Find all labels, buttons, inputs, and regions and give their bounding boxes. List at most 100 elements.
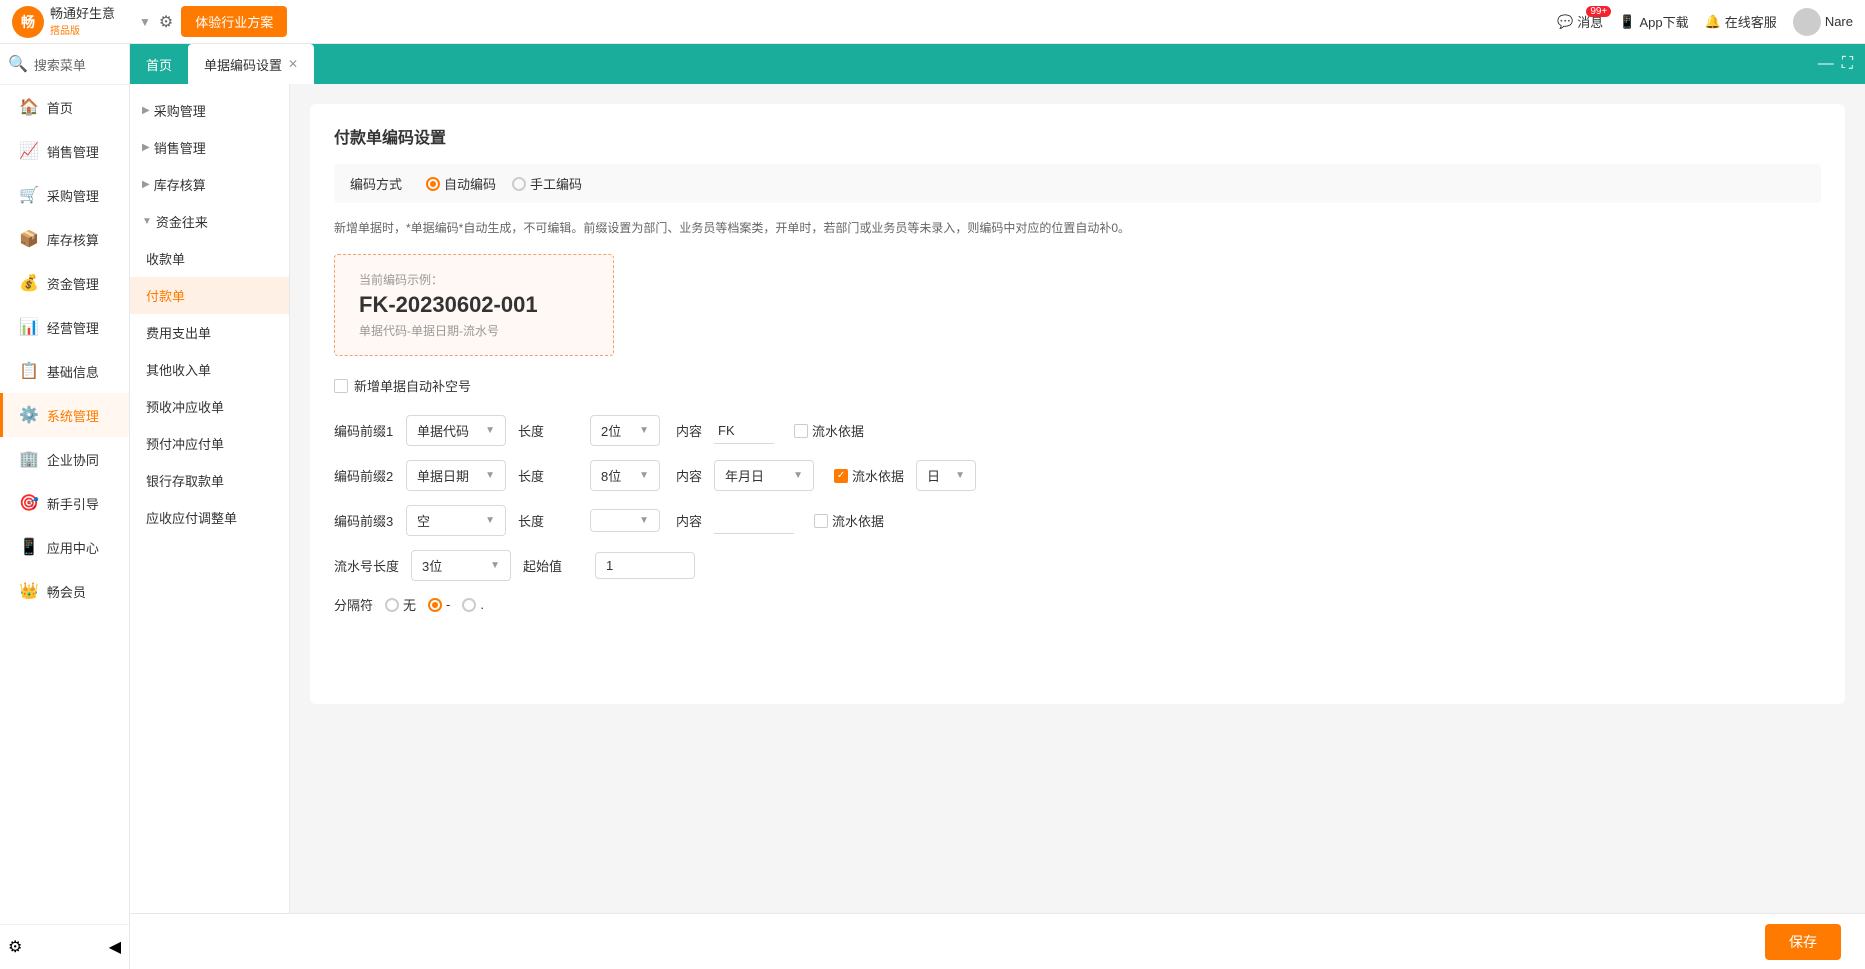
sep-dash-radio[interactable]: - bbox=[428, 597, 450, 612]
tab-home[interactable]: 首页 bbox=[130, 44, 188, 84]
sidebar-item-member[interactable]: 👑 畅会员 bbox=[0, 569, 129, 613]
panel-card: 付款单编码设置 编码方式 自动编码 手工编码 bbox=[310, 104, 1845, 704]
serial1-checkbox[interactable] bbox=[794, 424, 808, 438]
sub-menu-group-sales[interactable]: ▶ 销售管理 bbox=[130, 129, 289, 166]
inventory-icon: 📦 bbox=[19, 229, 39, 249]
content1-input[interactable] bbox=[714, 418, 774, 444]
sep-dash-radio-circle bbox=[428, 598, 442, 612]
sub-sidebar: ▶ 采购管理 ▶ 销售管理 ▶ 库存核算 ▼ 资金往来 收款单 bbox=[130, 84, 290, 913]
sidebar-item-guide[interactable]: 🎯 新手引导 bbox=[0, 481, 129, 525]
app-download-button[interactable]: 📱 App下载 bbox=[1619, 12, 1688, 31]
logo-subtitle: 搭品版 bbox=[50, 22, 115, 37]
sep-none-radio-circle bbox=[385, 598, 399, 612]
sub-menu-item-prepay-pay[interactable]: 预付冲应付单 bbox=[130, 425, 289, 462]
length2-select[interactable]: 8位 ▼ bbox=[590, 460, 660, 491]
content2-value: 年月日 bbox=[725, 466, 764, 485]
sub-menu-item-adjust[interactable]: 应收应付调整单 bbox=[130, 499, 289, 536]
user-info[interactable]: Nare bbox=[1793, 8, 1853, 36]
sub-menu-item-expense[interactable]: 费用支出单 bbox=[130, 314, 289, 351]
example-code: FK-20230602-001 bbox=[359, 292, 589, 318]
manual-coding-radio[interactable]: 手工编码 bbox=[512, 174, 582, 193]
serial-length-select[interactable]: 3位 ▼ bbox=[411, 550, 511, 581]
search-menu[interactable]: 🔍 搜索菜单 bbox=[0, 44, 129, 85]
settings-footer-icon[interactable]: ⚙ bbox=[8, 937, 22, 957]
sidebar-item-enterprise[interactable]: 🏢 企业协同 bbox=[0, 437, 129, 481]
sidebar-footer: ⚙ ◀ bbox=[0, 924, 129, 969]
start-value-label: 起始值 bbox=[523, 556, 583, 575]
prefix3-select[interactable]: 空 ▼ bbox=[406, 505, 506, 536]
sep-none-label: 无 bbox=[403, 595, 416, 614]
save-button[interactable]: 保存 bbox=[1765, 924, 1841, 960]
settings-icon[interactable]: ⚙ bbox=[159, 12, 173, 32]
online-service-label: 在线客服 bbox=[1725, 12, 1777, 31]
topbar-left: 畅 畅通好生意 搭品版 ▼ ⚙ 体验行业方案 bbox=[12, 6, 287, 38]
tab-home-label: 首页 bbox=[146, 55, 172, 74]
message-button[interactable]: 💬 消息 99+ bbox=[1557, 12, 1603, 31]
sidebar-item-label: 新手引导 bbox=[47, 494, 99, 513]
sidebar-item-label: 首页 bbox=[47, 98, 73, 117]
sub-menu-group-inventory[interactable]: ▶ 库存核算 bbox=[130, 166, 289, 203]
length3-select[interactable]: ▼ bbox=[590, 509, 660, 532]
serial3-checkbox[interactable] bbox=[814, 514, 828, 528]
tabbar-actions: — ⛶ bbox=[1818, 55, 1865, 73]
sub-menu-item-label: 银行存取款单 bbox=[146, 471, 224, 490]
trial-button[interactable]: 体验行业方案 bbox=[181, 6, 287, 37]
search-label: 搜索菜单 bbox=[34, 55, 86, 74]
content3-label: 内容 bbox=[676, 511, 702, 530]
sub-menu-item-receipt[interactable]: 收款单 bbox=[130, 240, 289, 277]
sidebar-item-basic[interactable]: 📋 基础信息 bbox=[0, 349, 129, 393]
nav-arrow-icon[interactable]: ▼ bbox=[139, 15, 151, 29]
sub-menu-item-bank[interactable]: 银行存取款单 bbox=[130, 462, 289, 499]
sidebar-item-label: 基础信息 bbox=[47, 362, 99, 381]
sub-menu-group-capital[interactable]: ▼ 资金往来 bbox=[130, 203, 289, 240]
online-service-button[interactable]: 🔔 在线客服 bbox=[1705, 12, 1777, 31]
serial2-checkbox-group: 流水依据 bbox=[834, 466, 904, 485]
prefix3-value: 空 bbox=[417, 511, 430, 530]
sidebar-item-system[interactable]: ⚙️ 系统管理 bbox=[0, 393, 129, 437]
sub-menu-item-income[interactable]: 其他收入单 bbox=[130, 351, 289, 388]
sidebar-item-finance[interactable]: 💰 资金管理 bbox=[0, 261, 129, 305]
prefix1-select[interactable]: 单据代码 ▼ bbox=[406, 415, 506, 446]
serial2-checkbox[interactable] bbox=[834, 469, 848, 483]
tab-coding[interactable]: 单据编码设置 ✕ bbox=[188, 44, 314, 84]
logo: 畅 畅通好生意 搭品版 bbox=[12, 6, 115, 38]
length1-select[interactable]: 2位 ▼ bbox=[590, 415, 660, 446]
sep-dash-label: - bbox=[446, 597, 450, 612]
page-title: 付款单编码设置 bbox=[334, 124, 1821, 148]
guide-icon: 🎯 bbox=[19, 493, 39, 513]
tab-close-icon[interactable]: ✕ bbox=[288, 57, 298, 71]
auto-coding-radio[interactable]: 自动编码 bbox=[426, 174, 496, 193]
example-box: 当前编码示例： FK-20230602-001 单据代码-单据日期-流水号 bbox=[334, 254, 614, 356]
start-value-input[interactable] bbox=[595, 552, 695, 579]
chevron-right-icon: ▶ bbox=[142, 105, 150, 116]
sep-dot-radio[interactable]: . bbox=[462, 597, 484, 612]
search-icon: 🔍 bbox=[8, 54, 28, 74]
sidebar-item-purchase[interactable]: 🛒 采购管理 bbox=[0, 173, 129, 217]
prefix2-select[interactable]: 单据日期 ▼ bbox=[406, 460, 506, 491]
sidebar-item-apps[interactable]: 📱 应用中心 bbox=[0, 525, 129, 569]
content2-select[interactable]: 年月日 ▼ bbox=[714, 460, 814, 491]
sub-menu-item-label: 费用支出单 bbox=[146, 323, 211, 342]
sidebar-item-inventory[interactable]: 📦 库存核算 bbox=[0, 217, 129, 261]
sidebar-item-operation[interactable]: 📊 经营管理 bbox=[0, 305, 129, 349]
tabbar-maximize-button[interactable]: ⛶ bbox=[1842, 55, 1853, 73]
sub-menu-group-label: 资金往来 bbox=[156, 212, 208, 231]
content3-input[interactable] bbox=[714, 508, 794, 534]
sub-menu-item-prepay-recv[interactable]: 预收冲应收单 bbox=[130, 388, 289, 425]
chevron-down-icon: ▼ bbox=[142, 216, 152, 227]
sub-menu-item-payment[interactable]: 付款单 bbox=[130, 277, 289, 314]
length2-value: 8位 bbox=[601, 466, 621, 485]
serial2-select[interactable]: 日 ▼ bbox=[916, 460, 976, 491]
serial-length-row: 流水号长度 3位 ▼ 起始值 bbox=[334, 550, 1821, 581]
sidebar-item-label: 畅会员 bbox=[47, 582, 86, 601]
auto-fill-checkbox[interactable] bbox=[334, 379, 348, 393]
collapse-icon[interactable]: ◀ bbox=[109, 937, 121, 957]
chevron-right-icon: ▶ bbox=[142, 142, 150, 153]
prefix3-arrow-icon: ▼ bbox=[485, 515, 495, 526]
sub-menu-group-purchase[interactable]: ▶ 采购管理 bbox=[130, 92, 289, 129]
serial1-label: 流水依据 bbox=[812, 421, 864, 440]
sidebar-item-sales[interactable]: 📈 销售管理 bbox=[0, 129, 129, 173]
sep-none-radio[interactable]: 无 bbox=[385, 595, 416, 614]
tabbar-minimize-button[interactable]: — bbox=[1818, 55, 1834, 73]
sidebar-item-home[interactable]: 🏠 首页 bbox=[0, 85, 129, 129]
